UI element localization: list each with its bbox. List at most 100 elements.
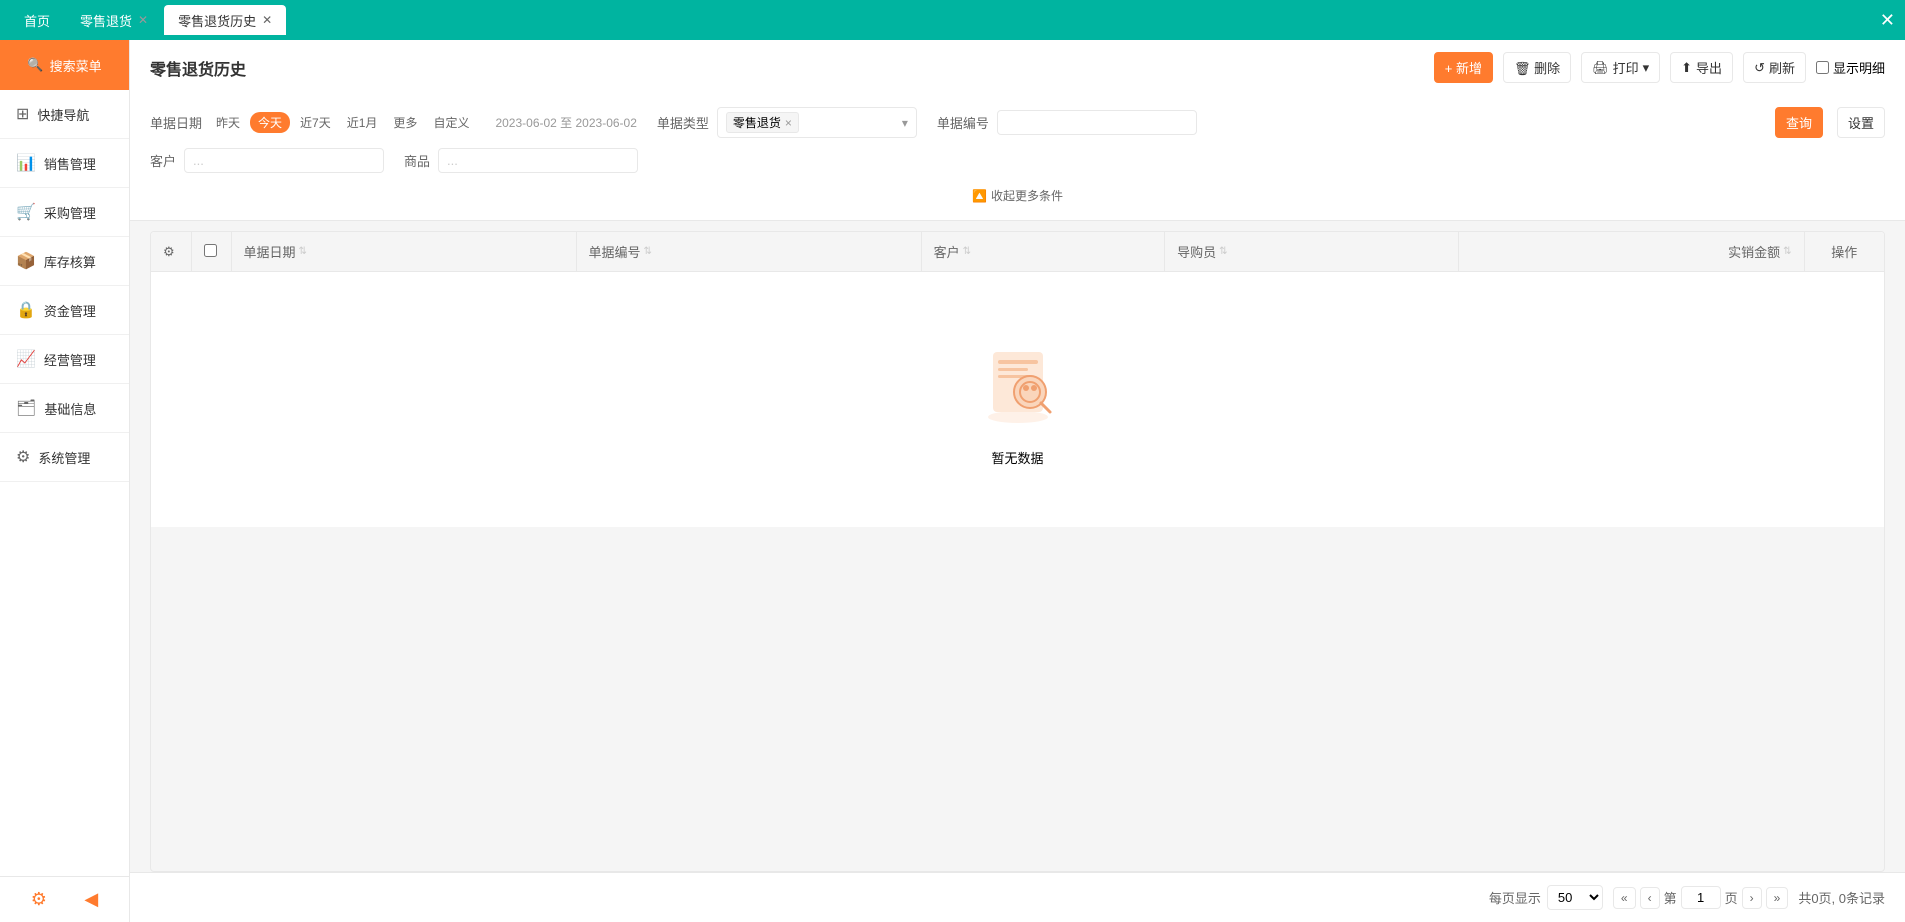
number-sort-icon: ⇅: [644, 246, 652, 257]
th-guide: 导购员 ⇅: [1165, 232, 1459, 272]
tab-retail-return[interactable]: 零售退货 ✕: [66, 5, 162, 35]
filter-type-select[interactable]: 零售退货 × ▾: [717, 107, 917, 138]
filter-number: 单据编号: [937, 110, 1197, 135]
filter-customer-label: 客户: [150, 151, 176, 170]
filter-date-label: 单据日期: [150, 113, 202, 132]
print-button[interactable]: 🖨 打印 ▾: [1581, 52, 1660, 83]
operation-icon: 📈: [16, 349, 36, 369]
show-detail-checkbox[interactable]: [1816, 61, 1829, 74]
date-btn-yesterday[interactable]: 昨天: [210, 112, 246, 133]
customer-placeholder: ...: [193, 153, 204, 168]
th-customer: 客户 ⇅: [921, 232, 1165, 272]
date-btn-today[interactable]: 今天: [250, 112, 290, 133]
th-customer-label: 客户: [934, 242, 960, 261]
empty-illustration: [968, 332, 1068, 432]
tab-home[interactable]: 首页: [10, 5, 64, 35]
date-btn-1month[interactable]: 近1月: [341, 112, 384, 133]
collapse-icon: 🔼: [972, 189, 987, 203]
page-number-input[interactable]: [1681, 886, 1721, 909]
tab-retail-return-history[interactable]: 零售退货历史 ✕: [164, 5, 286, 35]
collapse-more-btn[interactable]: 🔼 收起更多条件: [150, 183, 1885, 208]
filter-type: 单据类型 零售退货 × ▾: [657, 107, 917, 138]
prev-page-button[interactable]: ‹: [1640, 887, 1660, 909]
query-button[interactable]: 查询: [1775, 107, 1823, 138]
table-head: ⚙ 单据日期 ⇅: [151, 232, 1884, 272]
sidebar-item-finance[interactable]: 🔒 资金管理: [0, 286, 129, 335]
filter-customer: 客户 ...: [150, 148, 384, 173]
filter-number-input[interactable]: [997, 110, 1197, 135]
sidebar-item-purchase-mgmt-label: 采购管理: [44, 203, 96, 222]
sidebar-item-purchase-mgmt[interactable]: 🛒 采购管理: [0, 188, 129, 237]
pagination-bar: 每页显示 20 50 100 « ‹ 第 页 › » 共0页, 0条记录: [130, 872, 1905, 922]
date-btn-more[interactable]: 更多: [387, 112, 423, 133]
th-guide-label: 导购员: [1177, 242, 1216, 261]
date-shortcuts: 昨天 今天 近7天 近1月 更多 自定义: [210, 112, 475, 133]
sidebar: 🔍 搜索菜单 ⊞ 快捷导航 📊 销售管理 🛒 采购管理 📦 库存核算 🔒: [0, 40, 130, 922]
product-placeholder: ...: [447, 153, 458, 168]
settings-icon[interactable]: ⚙: [31, 889, 47, 910]
filter-type-label: 单据类型: [657, 113, 709, 132]
select-all-checkbox[interactable]: [204, 244, 217, 257]
page-label: 第: [1664, 888, 1677, 907]
page-size-select: 每页显示 20 50 100: [1489, 885, 1603, 910]
tab-retail-return-history-close[interactable]: ✕: [262, 13, 272, 27]
th-amount-sortable[interactable]: 实销金额 ⇅: [1471, 242, 1791, 261]
type-tag-remove[interactable]: ×: [785, 116, 792, 130]
settings-button[interactable]: 设置: [1837, 107, 1885, 138]
th-date-sortable[interactable]: 单据日期 ⇅: [244, 242, 564, 261]
collapse-sidebar-icon[interactable]: ◀: [84, 889, 98, 910]
amount-sort-icon: ⇅: [1783, 246, 1791, 257]
date-btn-custom[interactable]: 自定义: [427, 112, 475, 133]
th-amount: 实销金额 ⇅: [1459, 232, 1804, 272]
new-button[interactable]: + 新增: [1434, 52, 1493, 83]
th-guide-sortable[interactable]: 导购员 ⇅: [1177, 242, 1446, 261]
th-checkbox: [191, 232, 231, 272]
sidebar-item-system-mgmt[interactable]: ⚙ 系统管理: [0, 433, 129, 482]
show-detail-checkbox-label[interactable]: 显示明细: [1816, 58, 1885, 77]
sales-mgmt-icon: 📊: [16, 153, 36, 173]
filter-number-label: 单据编号: [937, 113, 989, 132]
content-area: 零售退货历史 + 新增 🗑 删除 🖨 打印 ▾ ⬆ 导出 ↺: [130, 40, 1905, 922]
filter-date: 单据日期 昨天 今天 近7天 近1月 更多 自定义: [150, 112, 475, 133]
th-number-label: 单据编号: [589, 242, 641, 261]
guide-sort-icon: ⇅: [1219, 246, 1227, 257]
sidebar-item-operation[interactable]: 📈 经营管理: [0, 335, 129, 384]
th-gear: ⚙: [151, 232, 191, 272]
th-action: 操作: [1804, 232, 1884, 272]
first-page-button[interactable]: «: [1613, 887, 1636, 909]
sidebar-item-quick-nav[interactable]: ⊞ 快捷导航: [0, 90, 129, 139]
th-number: 单据编号 ⇅: [576, 232, 921, 272]
page-header: 零售退货历史 + 新增 🗑 删除 🖨 打印 ▾ ⬆ 导出 ↺: [130, 40, 1905, 221]
next-page-button[interactable]: ›: [1742, 887, 1762, 909]
sidebar-item-basic-info[interactable]: 🗂 基础信息: [0, 384, 129, 433]
system-mgmt-icon: ⚙: [16, 447, 30, 467]
type-tag: 零售退货 ×: [726, 112, 799, 133]
sidebar-search[interactable]: 🔍 搜索菜单: [0, 40, 129, 90]
tab-retail-return-close[interactable]: ✕: [138, 13, 148, 27]
refresh-button[interactable]: ↺ 刷新: [1743, 52, 1806, 83]
print-arrow-icon: ▾: [1643, 60, 1650, 76]
gear-icon[interactable]: ⚙: [163, 244, 175, 259]
refresh-label: 刷新: [1769, 58, 1795, 77]
window-close-icon[interactable]: ✕: [1880, 10, 1895, 31]
main-layout: 🔍 搜索菜单 ⊞ 快捷导航 📊 销售管理 🛒 采购管理 📦 库存核算 🔒: [0, 40, 1905, 922]
date-range-value: 2023-06-02 至 2023-06-02: [495, 114, 636, 131]
th-customer-sortable[interactable]: 客户 ⇅: [934, 242, 1153, 261]
filter-customer-select[interactable]: ...: [184, 148, 384, 173]
filter-product-select[interactable]: ...: [438, 148, 638, 173]
export-label: 导出: [1696, 58, 1722, 77]
sidebar-item-sales-mgmt[interactable]: 📊 销售管理: [0, 139, 129, 188]
sidebar-item-inventory[interactable]: 📦 库存核算: [0, 237, 129, 286]
last-page-button[interactable]: »: [1766, 887, 1789, 909]
search-icon: 🔍: [27, 57, 43, 73]
empty-state: 暂无数据: [151, 272, 1884, 527]
page-title-bar: 零售退货历史 + 新增 🗑 删除 🖨 打印 ▾ ⬆ 导出 ↺: [150, 52, 1885, 83]
export-button[interactable]: ⬆ 导出: [1670, 52, 1733, 83]
print-icon: 🖨: [1592, 60, 1609, 76]
date-btn-7days[interactable]: 近7天: [294, 112, 337, 133]
th-number-sortable[interactable]: 单据编号 ⇅: [589, 242, 909, 261]
page-size-dropdown[interactable]: 20 50 100: [1547, 885, 1603, 910]
delete-button[interactable]: 🗑 删除: [1503, 52, 1571, 83]
sidebar-search-label: 搜索菜单: [50, 56, 102, 75]
filter-product-label: 商品: [404, 151, 430, 170]
